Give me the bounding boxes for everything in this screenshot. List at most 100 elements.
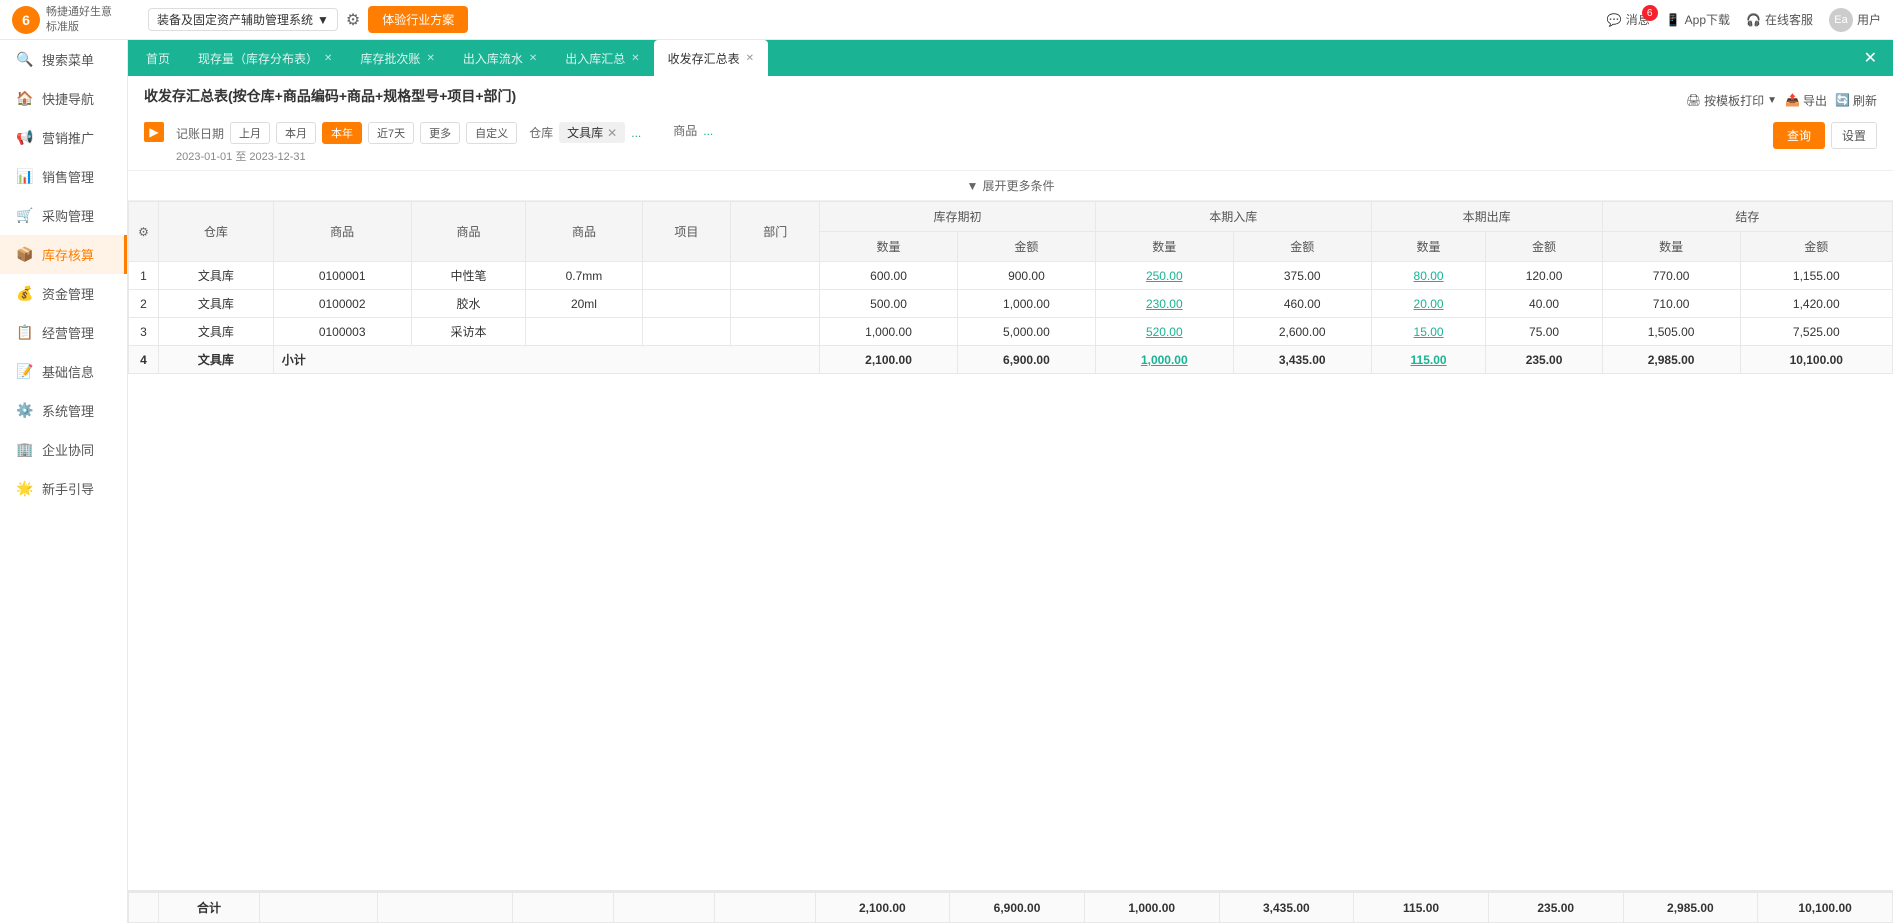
- header-right: 💬 消息 6 📱 App下载 🎧 在线客服 Ea 用户: [1607, 8, 1881, 32]
- total-in-qty: 1,000.00: [1084, 893, 1219, 923]
- sidebar-item-guide[interactable]: 🌟 新手引导: [0, 469, 127, 508]
- cell-in-amount: 2,600.00: [1233, 318, 1371, 346]
- sidebar-item-basic-info[interactable]: 📝 基础信息: [0, 352, 127, 391]
- total-empty-1: [129, 893, 159, 923]
- cell-project: [642, 290, 731, 318]
- date-btn-custom[interactable]: 自定义: [466, 122, 517, 144]
- tab-close-inout-flow[interactable]: ✕: [529, 53, 537, 64]
- cart-icon: 🛒: [16, 207, 34, 224]
- cell-subtotal-in-qty[interactable]: 1,000.00: [1095, 346, 1233, 374]
- th-group-in: 本期入库: [1095, 202, 1371, 232]
- tab-inout-summary[interactable]: 出入库汇总 ✕: [551, 40, 653, 76]
- cell-goods-spec: [526, 318, 642, 346]
- cell-goods-name: 胶水: [411, 290, 526, 318]
- sidebar-item-search[interactable]: 🔍 搜索菜单: [0, 40, 127, 79]
- sidebar-item-enterprise[interactable]: 🏢 企业协同: [0, 430, 127, 469]
- tab-stock-dist[interactable]: 现存量（库存分布表） ✕: [184, 40, 346, 76]
- tab-inout-flow[interactable]: 出入库流水 ✕: [449, 40, 551, 76]
- document-icon: 📝: [16, 363, 34, 380]
- online-service-item[interactable]: 🎧 在线客服: [1746, 11, 1813, 28]
- tab-close-inout-summary[interactable]: ✕: [631, 53, 639, 64]
- tab-close-recv-send[interactable]: ✕: [746, 53, 754, 64]
- th-warehouse: 仓库: [159, 202, 274, 262]
- date-btn-this-year[interactable]: 本年: [322, 122, 362, 144]
- cell-out-qty[interactable]: 15.00: [1371, 318, 1486, 346]
- tab-home[interactable]: 首页: [132, 40, 184, 76]
- warehouse-label: 仓库: [529, 124, 553, 141]
- print-template-btn[interactable]: 🖨 按模板打印 ▼: [1686, 92, 1777, 109]
- cell-out-qty[interactable]: 20.00: [1371, 290, 1486, 318]
- th-balance-qty: 数量: [1602, 232, 1740, 262]
- th-settings[interactable]: ⚙: [129, 202, 159, 262]
- cell-dept: [731, 290, 820, 318]
- expand-conditions-btn[interactable]: ▼ 展开更多条件: [128, 171, 1893, 201]
- page-header: 收发存汇总表(按仓库+商品编码+商品+规格型号+项目+部门) 🖨 按模板打印 ▼…: [128, 76, 1893, 171]
- date-btn-prev-month[interactable]: 上月: [230, 122, 270, 144]
- tab-recv-send-summary[interactable]: 收发存汇总表 ✕: [654, 40, 768, 76]
- user-item[interactable]: Ea 用户: [1829, 8, 1881, 32]
- cell-in-qty[interactable]: 250.00: [1095, 262, 1233, 290]
- th-balance-amount: 金额: [1740, 232, 1892, 262]
- filter-expand-btn[interactable]: ▶: [144, 122, 164, 142]
- sidebar-item-inventory[interactable]: 📦 库存核算: [0, 235, 127, 274]
- expand-icon: ▼: [967, 179, 979, 193]
- table-row: 2 文具库 0100002 胶水 20ml 500.00 1,000.00 23…: [129, 290, 1893, 318]
- cell-balance-amount: 1,420.00: [1740, 290, 1892, 318]
- th-out-amount: 金额: [1486, 232, 1602, 262]
- cell-in-qty[interactable]: 230.00: [1095, 290, 1233, 318]
- tab-batch-account[interactable]: 库存批次账 ✕: [346, 40, 448, 76]
- money-icon: 💰: [16, 285, 34, 302]
- goods-more[interactable]: ...: [703, 124, 713, 138]
- messages-item[interactable]: 💬 消息 6: [1607, 11, 1650, 28]
- system-selector[interactable]: 装备及固定资产辅助管理系统 ▼: [148, 8, 338, 31]
- sidebar-item-system[interactable]: ⚙️ 系统管理: [0, 391, 127, 430]
- sidebar-item-operation[interactable]: 📋 经营管理: [0, 313, 127, 352]
- cell-subtotal-out-qty[interactable]: 115.00: [1371, 346, 1486, 374]
- tab-close-stock-dist[interactable]: ✕: [324, 53, 332, 64]
- data-table: ⚙ 仓库 商品 商品 商品 项目 部门 库存期初 本期入库 本期出库 结存: [128, 201, 1893, 374]
- cell-out-qty[interactable]: 80.00: [1371, 262, 1486, 290]
- sidebar-item-sales[interactable]: 📊 销售管理: [0, 157, 127, 196]
- export-icon: 📤: [1785, 93, 1800, 107]
- cell-subtotal-num: 4: [129, 346, 159, 374]
- cell-out-amount: 75.00: [1486, 318, 1602, 346]
- th-group-balance: 结存: [1602, 202, 1892, 232]
- query-button[interactable]: 查询: [1773, 122, 1825, 149]
- warehouse-more[interactable]: ...: [631, 126, 641, 140]
- cell-subtotal-balance-amount: 10,100.00: [1740, 346, 1892, 374]
- date-btn-7days[interactable]: 近7天: [368, 122, 414, 144]
- cell-subtotal-balance-qty: 2,985.00: [1602, 346, 1740, 374]
- avatar: Ea: [1829, 8, 1853, 32]
- cell-warehouse: 文具库: [159, 290, 274, 318]
- cell-in-qty[interactable]: 520.00: [1095, 318, 1233, 346]
- trial-button[interactable]: 体验行业方案: [368, 6, 468, 33]
- cell-goods-code: 0100001: [273, 262, 411, 290]
- settings-icon[interactable]: ⚙: [346, 10, 360, 30]
- app-download-item[interactable]: 📱 App下载: [1666, 11, 1730, 28]
- warehouse-tag-close[interactable]: ✕: [607, 126, 617, 140]
- date-btn-more[interactable]: 更多: [420, 122, 460, 144]
- total-opening-qty: 2,100.00: [815, 893, 950, 923]
- box-icon: 📦: [16, 246, 34, 263]
- cell-out-amount: 120.00: [1486, 262, 1602, 290]
- total-empty-6: [714, 893, 815, 923]
- date-btn-this-month[interactable]: 本月: [276, 122, 316, 144]
- total-out-amount: 235.00: [1488, 893, 1623, 923]
- export-btn[interactable]: 📤 导出: [1785, 92, 1827, 109]
- settings-button[interactable]: 设置: [1831, 122, 1877, 149]
- cell-dept: [731, 318, 820, 346]
- sidebar-item-marketing[interactable]: 📢 营销推广: [0, 118, 127, 157]
- cell-project: [642, 262, 731, 290]
- total-in-amount: 3,435.00: [1219, 893, 1354, 923]
- cell-subtotal-warehouse: 文具库: [159, 346, 274, 374]
- home-icon: 🏠: [16, 90, 34, 107]
- sidebar-item-purchase[interactable]: 🛒 采购管理: [0, 196, 127, 235]
- content-area: 首页 现存量（库存分布表） ✕ 库存批次账 ✕ 出入库流水 ✕ 出入库汇总 ✕ …: [128, 40, 1893, 923]
- tab-bar-close-btn[interactable]: ✕: [1852, 48, 1889, 68]
- sidebar-item-finance[interactable]: 💰 资金管理: [0, 274, 127, 313]
- tab-close-batch[interactable]: ✕: [426, 53, 434, 64]
- sidebar-item-quick-nav[interactable]: 🏠 快捷导航: [0, 79, 127, 118]
- refresh-btn[interactable]: 🔄 刷新: [1835, 92, 1877, 109]
- star-icon: 🌟: [16, 480, 34, 497]
- cell-dept: [731, 262, 820, 290]
